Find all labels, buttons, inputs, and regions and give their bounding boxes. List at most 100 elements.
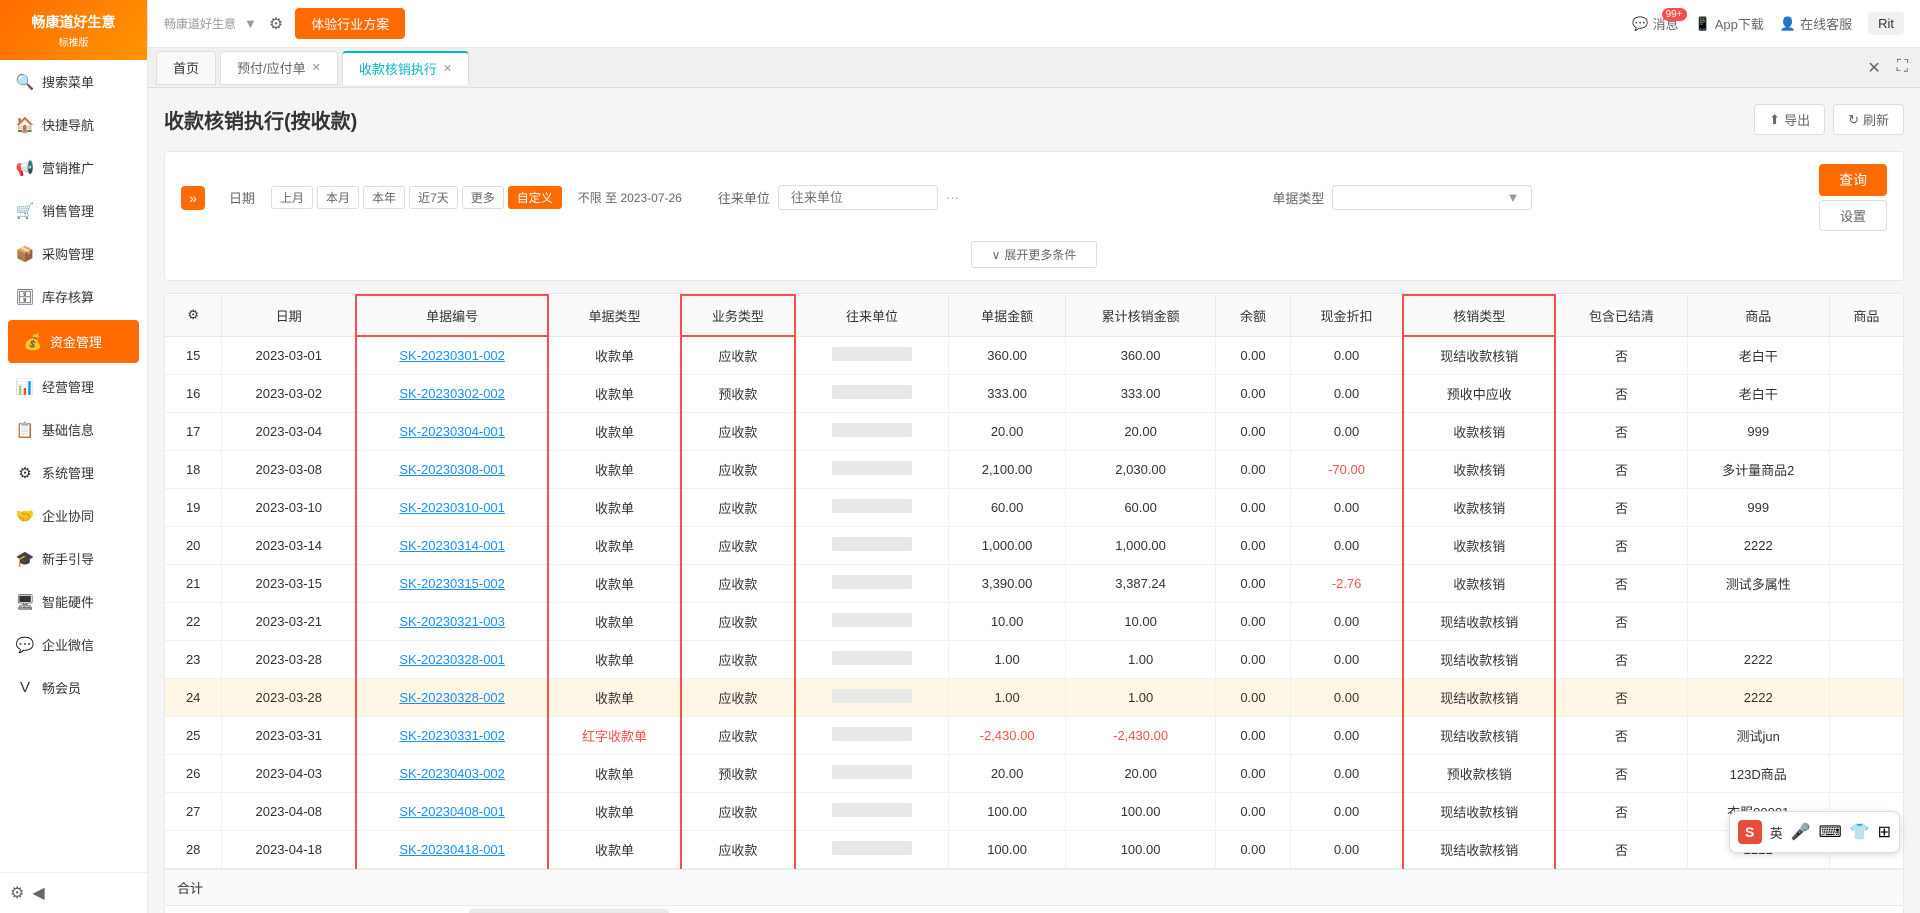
sidebar-icon-finance: 💰 (24, 333, 42, 351)
row-cancelamount: 10.00 (1065, 603, 1215, 641)
floating-shirt-icon[interactable]: 👕 (1850, 822, 1870, 842)
row-unit (795, 679, 949, 717)
table-row[interactable]: 20 2023-03-14 SK-20230314-001 收款单 应收款 1,… (165, 527, 1903, 565)
row-docnum: SK-20230310-001 (356, 489, 548, 527)
refresh-button[interactable]: ↻ 刷新 (1833, 104, 1904, 135)
table-row[interactable]: 26 2023-04-03 SK-20230403-002 收款单 预收款 20… (165, 755, 1903, 793)
query-button[interactable]: 查询 (1819, 164, 1887, 196)
table-row[interactable]: 28 2023-04-18 SK-20230418-001 收款单 应收款 10… (165, 831, 1903, 869)
floating-grid-icon[interactable]: ⊞ (1878, 822, 1891, 842)
this-month-button[interactable]: 本月 (317, 186, 359, 209)
doc-num-link[interactable]: SK-20230321-003 (399, 614, 505, 629)
row-canceltype: 预收款核销 (1403, 755, 1555, 793)
sidebar-item-hardware[interactable]: 🖥 智能硬件 (0, 580, 147, 623)
sidebar-item-inventory[interactable]: 🗄 库存核算 (0, 275, 147, 318)
message-button[interactable]: 💬 消息 99+ (1632, 14, 1678, 33)
table-row[interactable]: 17 2023-03-04 SK-20230304-001 收款单 应收款 20… (165, 413, 1903, 451)
filter-settings-button[interactable]: 设置 (1819, 200, 1887, 231)
doc-num-link[interactable]: SK-20230308-001 (399, 462, 505, 477)
filter-area: » 日期 上月 本月 本年 近7天 更多 自定义 不限 至 2023-07-26… (164, 151, 1904, 281)
sidebar-item-purchase[interactable]: 📦 采购管理 (0, 232, 147, 275)
table-row[interactable]: 22 2023-03-21 SK-20230321-003 收款单 应收款 10… (165, 603, 1903, 641)
table-row[interactable]: 18 2023-03-08 SK-20230308-001 收款单 应收款 2,… (165, 451, 1903, 489)
table-row[interactable]: 25 2023-03-31 SK-20230331-002 红字收款单 应收款 … (165, 717, 1903, 755)
doc-num-link[interactable]: SK-20230310-001 (399, 500, 505, 515)
doc-num-link[interactable]: SK-20230302-002 (399, 386, 505, 401)
custom-date-button[interactable]: 自定义 (508, 186, 562, 209)
row-amount: 3,390.00 (949, 565, 1066, 603)
sidebar-item-basics[interactable]: 📋 基础信息 (0, 408, 147, 451)
doc-num-link[interactable]: SK-20230331-002 (399, 728, 505, 743)
sidebar-item-sales[interactable]: 🛒 销售管理 (0, 189, 147, 232)
row-product: 123D商品 (1687, 755, 1829, 793)
sidebar-item-search[interactable]: 🔍 搜索菜单 (0, 60, 147, 103)
row-unit (795, 489, 949, 527)
sidebar-icon-wechat: 💬 (16, 636, 34, 654)
this-year-button[interactable]: 本年 (363, 186, 405, 209)
app-download-button[interactable]: 📱 App下载 (1695, 14, 1764, 33)
sidebar-item-member[interactable]: V 畅会员 (0, 666, 147, 709)
row-canceltype: 现结收款核销 (1403, 793, 1555, 831)
tab-expand-icon[interactable]: ⛶ (1893, 54, 1912, 82)
user-avatar[interactable]: Rit (1868, 12, 1904, 35)
unit-input[interactable] (778, 185, 938, 210)
doc-num-link[interactable]: SK-20230408-001 (399, 804, 505, 819)
sidebar-item-system[interactable]: ⚙ 系统管理 (0, 451, 147, 494)
row-docnum: SK-20230321-003 (356, 603, 548, 641)
sidebar-item-operation[interactable]: 📊 经营管理 (0, 365, 147, 408)
more-date-button[interactable]: 更多 (462, 186, 504, 209)
sidebar-item-guide[interactable]: 🎓 新手引导 (0, 537, 147, 580)
table-row[interactable]: 23 2023-03-28 SK-20230328-001 收款单 应收款 1.… (165, 641, 1903, 679)
row-cancelamount: 60.00 (1065, 489, 1215, 527)
expand-more-button[interactable]: ∨ 展开更多条件 (971, 241, 1098, 268)
doc-num-link[interactable]: SK-20230301-002 (399, 348, 505, 363)
unit-dots[interactable]: ··· (946, 190, 959, 205)
tab-prepay[interactable]: 预付/应付单✕ (220, 51, 338, 85)
topbar-gear-icon[interactable]: ⚙ (265, 10, 287, 38)
online-service-button[interactable]: 👤 在线客服 (1780, 14, 1852, 33)
row-cancelamount: 20.00 (1065, 755, 1215, 793)
date-buttons: 上月 本月 本年 近7天 更多 自定义 (271, 186, 562, 209)
tab-home[interactable]: 首页 (156, 51, 216, 85)
table-row[interactable]: 24 2023-03-28 SK-20230328-002 收款单 应收款 1.… (165, 679, 1903, 717)
scrollbar-thumb[interactable] (469, 909, 669, 913)
horizontal-scrollbar[interactable] (164, 906, 1904, 913)
row-doctype: 收款单 (548, 489, 681, 527)
doc-num-link[interactable]: SK-20230418-001 (399, 842, 505, 857)
floating-keyboard-icon[interactable]: ⌨ (1819, 822, 1842, 842)
tab-cashcancel[interactable]: 收款核销执行✕ (342, 51, 469, 85)
sidebar-item-quicknav[interactable]: 🏠 快捷导航 (0, 103, 147, 146)
last-7days-button[interactable]: 近7天 (409, 186, 458, 209)
doc-type-select[interactable]: ▼ (1332, 185, 1532, 210)
doc-num-link[interactable]: SK-20230403-002 (399, 766, 505, 781)
sidebar-item-corp[interactable]: 🤝 企业协同 (0, 494, 147, 537)
settings-bottom-icon[interactable]: ⚙ (10, 883, 24, 903)
doc-num-link[interactable]: SK-20230328-001 (399, 652, 505, 667)
floating-english-icon[interactable]: 英 (1770, 823, 1783, 842)
tab-close-icon[interactable]: ✕ (1863, 54, 1884, 82)
filter-expand-button[interactable]: » (181, 186, 205, 210)
table-row[interactable]: 15 2023-03-01 SK-20230301-002 收款单 应收款 36… (165, 336, 1903, 375)
collapse-icon[interactable]: ◀ (32, 883, 44, 903)
solution-button[interactable]: 体验行业方案 (295, 8, 405, 39)
table-row[interactable]: 16 2023-03-02 SK-20230302-002 收款单 预收款 33… (165, 375, 1903, 413)
sidebar-item-wechat[interactable]: 💬 企业微信 (0, 623, 147, 666)
last-month-button[interactable]: 上月 (271, 186, 313, 209)
doc-num-link[interactable]: SK-20230314-001 (399, 538, 505, 553)
floating-mic-icon[interactable]: 🎤 (1791, 822, 1811, 842)
doc-num-link[interactable]: SK-20230304-001 (399, 424, 505, 439)
sidebar-item-marketing[interactable]: 📢 营销推广 (0, 146, 147, 189)
row-cashdiscount: 0.00 (1290, 527, 1403, 565)
row-cashdiscount: 0.00 (1290, 413, 1403, 451)
sidebar-item-finance[interactable]: 💰 资金管理 (8, 320, 139, 363)
doc-num-link[interactable]: SK-20230315-002 (399, 576, 505, 591)
table-row[interactable]: 27 2023-04-08 SK-20230408-001 收款单 应收款 10… (165, 793, 1903, 831)
table-row[interactable]: 19 2023-03-10 SK-20230310-001 收款单 应收款 60… (165, 489, 1903, 527)
topbar-chevron-down-icon[interactable]: ▼ (244, 16, 257, 31)
col-settings-header[interactable]: ⚙ (165, 295, 222, 336)
table-row[interactable]: 21 2023-03-15 SK-20230315-002 收款单 应收款 3,… (165, 565, 1903, 603)
doc-num-link[interactable]: SK-20230328-002 (399, 690, 505, 705)
tab-close-prepay[interactable]: ✕ (312, 61, 321, 74)
tab-close-cashcancel[interactable]: ✕ (443, 62, 452, 75)
export-button[interactable]: ⬆ 导出 (1754, 104, 1825, 135)
